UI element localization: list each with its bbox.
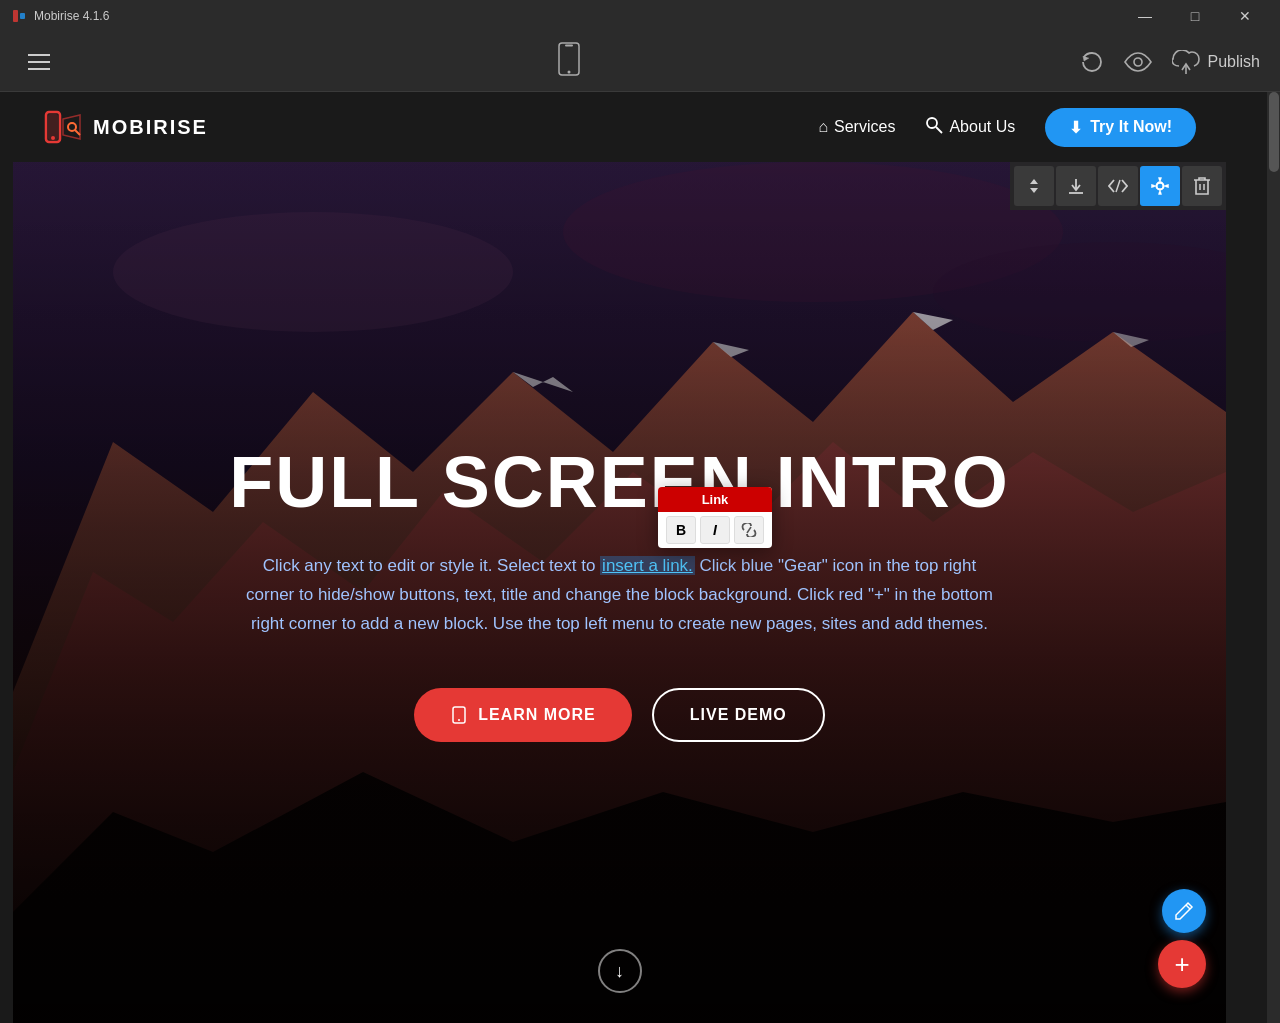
- svg-rect-0: [13, 10, 18, 22]
- hero-description[interactable]: Click any text to edit or style it. Sele…: [245, 552, 995, 639]
- toolbar-center: [546, 38, 592, 86]
- svg-point-31: [1157, 183, 1164, 190]
- home-icon: ⌂: [818, 118, 828, 136]
- maximize-button[interactable]: □: [1172, 0, 1218, 32]
- site-nav-links: ⌂ Services About Us ⬇ Try It Now!: [818, 108, 1196, 147]
- title-bar-controls: — □ ✕: [1122, 0, 1268, 32]
- move-block-button[interactable]: [1014, 166, 1054, 206]
- hamburger-line-2: [28, 61, 50, 63]
- svg-rect-2: [559, 43, 579, 75]
- app-toolbar: Publish: [0, 32, 1280, 92]
- svg-line-25: [936, 127, 942, 133]
- popup-link-header: Link: [658, 487, 772, 512]
- trash-icon: [1193, 176, 1211, 196]
- publish-button[interactable]: Publish: [1172, 50, 1260, 74]
- hero-content: FULL SCREEN INTRO Click any text to edit…: [13, 92, 1226, 1023]
- close-button[interactable]: ✕: [1222, 0, 1268, 32]
- phone-preview-button[interactable]: [546, 38, 592, 86]
- svg-point-27: [458, 719, 460, 721]
- hamburger-menu-button[interactable]: [20, 46, 58, 78]
- scrollbar-thumb[interactable]: [1269, 92, 1279, 172]
- learn-more-button[interactable]: LEARN MORE: [414, 688, 632, 742]
- save-icon: [1067, 177, 1085, 195]
- title-bar: Mobirise 4.1.6 — □ ✕: [0, 0, 1280, 32]
- svg-point-24: [927, 118, 937, 128]
- svg-line-34: [1186, 905, 1190, 909]
- eye-icon: [1124, 52, 1152, 72]
- app-icon: [12, 9, 26, 23]
- logo-text: MOBIRISE: [93, 116, 208, 139]
- scroll-down-button[interactable]: ↓: [598, 949, 642, 993]
- code-icon: [1108, 178, 1128, 194]
- popup-tools: B I: [658, 512, 772, 548]
- hero-title[interactable]: FULL SCREEN INTRO: [229, 443, 1010, 522]
- add-icon: +: [1174, 949, 1189, 980]
- svg-rect-3: [565, 44, 573, 46]
- phone-small-icon: [450, 706, 468, 724]
- chain-link-icon: [741, 523, 757, 537]
- pencil-icon: [1174, 901, 1194, 921]
- fab-edit-button[interactable]: [1162, 889, 1206, 933]
- title-bar-left: Mobirise 4.1.6: [12, 9, 109, 23]
- undo-icon: [1080, 51, 1104, 73]
- search-nav-icon: [925, 116, 943, 138]
- link-insert-button[interactable]: [734, 516, 764, 544]
- italic-icon: I: [713, 522, 717, 538]
- logo-icon: [43, 107, 83, 147]
- hero-buttons: LEARN MORE LIVE DEMO: [414, 688, 825, 742]
- cloud-upload-icon: [1172, 50, 1200, 74]
- hamburger-line-1: [28, 54, 50, 56]
- text-edit-popup: Link B I: [658, 487, 772, 548]
- svg-rect-1: [20, 13, 25, 19]
- phone-icon: [558, 42, 580, 76]
- settings-button[interactable]: [1140, 166, 1180, 206]
- nav-services[interactable]: ⌂ Services: [818, 118, 895, 136]
- minimize-button[interactable]: —: [1122, 0, 1168, 32]
- updown-icon: [1025, 177, 1043, 195]
- save-block-button[interactable]: [1056, 166, 1096, 206]
- publish-label: Publish: [1208, 53, 1260, 71]
- gear-icon: [1150, 176, 1170, 196]
- site-logo: MOBIRISE: [43, 107, 208, 147]
- italic-button[interactable]: I: [700, 516, 730, 544]
- toolbar-left: [20, 46, 58, 78]
- hamburger-line-3: [28, 68, 50, 70]
- svg-point-5: [1134, 58, 1142, 66]
- preview-button[interactable]: [1124, 52, 1152, 72]
- scrollbar[interactable]: [1267, 92, 1280, 1023]
- bold-button[interactable]: B: [666, 516, 696, 544]
- link-text: insert a link.: [600, 556, 695, 575]
- toolbar-right: Publish: [1080, 50, 1260, 74]
- svg-point-22: [68, 123, 76, 131]
- svg-point-4: [567, 70, 570, 73]
- download-icon: ⬇: [1069, 118, 1082, 137]
- delete-block-button[interactable]: [1182, 166, 1222, 206]
- undo-button[interactable]: [1080, 51, 1104, 73]
- fab-add-button[interactable]: +: [1158, 940, 1206, 988]
- app-title: Mobirise 4.1.6: [34, 9, 109, 23]
- svg-line-29: [1116, 180, 1120, 192]
- svg-point-21: [51, 136, 55, 140]
- code-button[interactable]: [1098, 166, 1138, 206]
- live-demo-button[interactable]: LIVE DEMO: [652, 688, 825, 742]
- try-now-button[interactable]: ⬇ Try It Now!: [1045, 108, 1196, 147]
- preview-area: MOBIRISE ⌂ Services About Us: [13, 92, 1226, 1023]
- preview-wrapper: MOBIRISE ⌂ Services About Us: [0, 92, 1280, 1023]
- site-navigation: MOBIRISE ⌂ Services About Us: [13, 92, 1226, 162]
- nav-about-us[interactable]: About Us: [925, 116, 1015, 138]
- block-toolbar: [1010, 162, 1226, 210]
